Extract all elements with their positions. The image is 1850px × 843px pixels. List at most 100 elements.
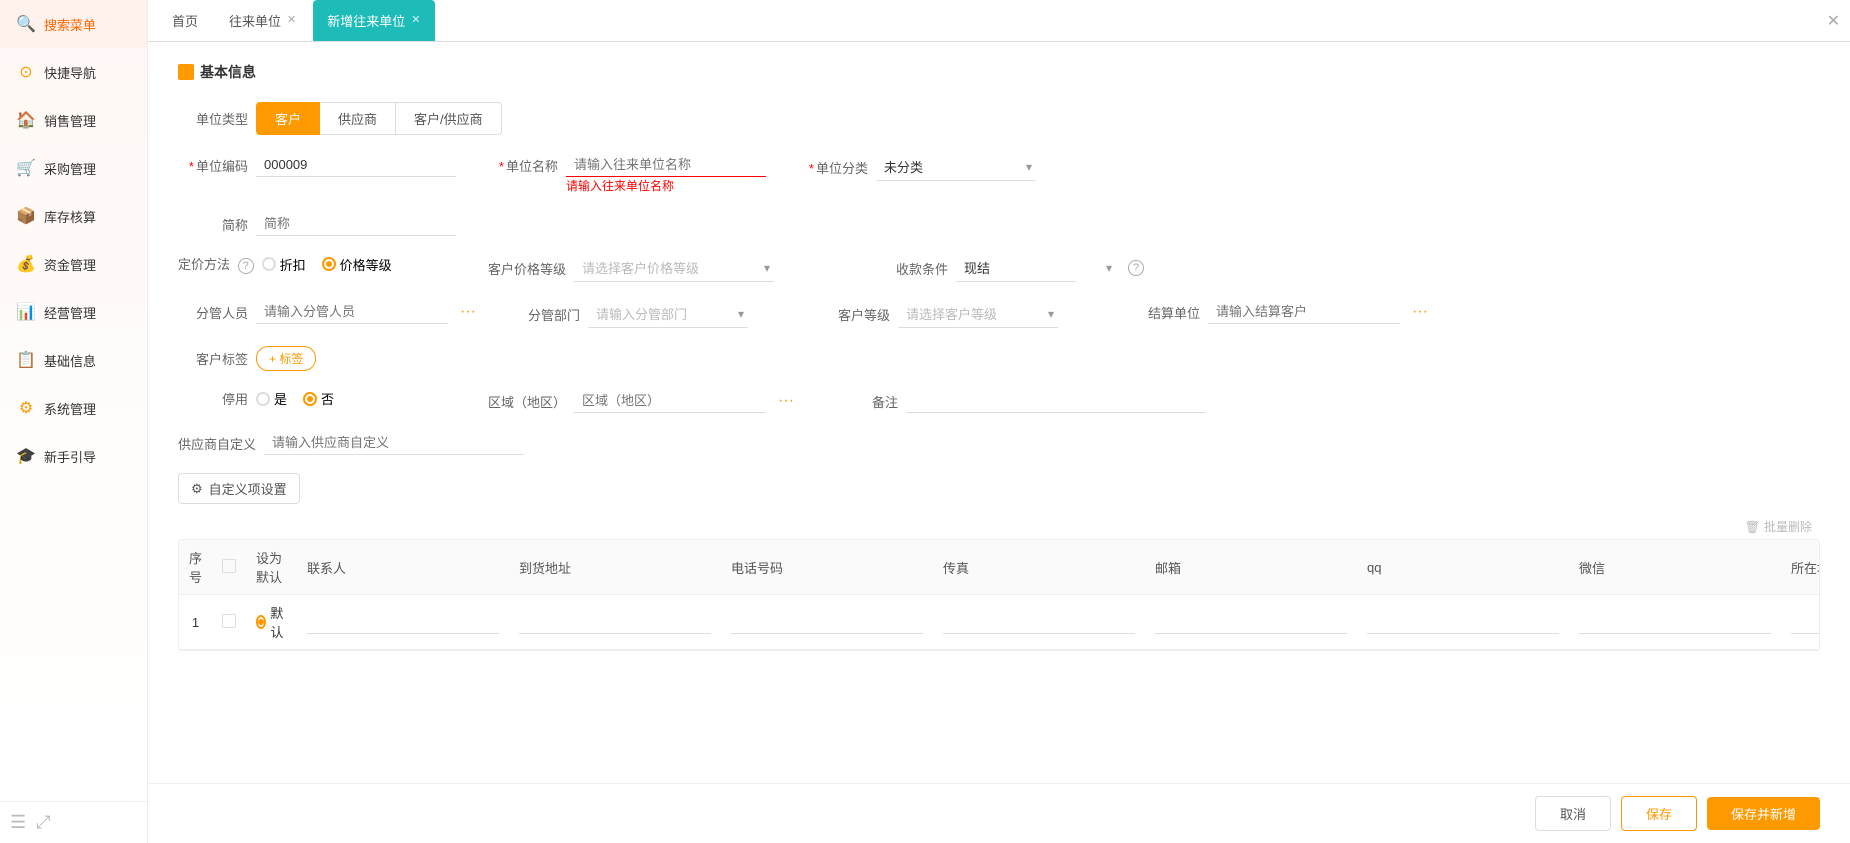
sidebar-item-purchase[interactable]: 🛒 采购管理 <box>0 144 147 192</box>
customer-level-placeholder: 请选择客户等级 <box>898 300 1058 328</box>
batch-delete-icon: 🗑 <box>1745 520 1760 534</box>
pricing-row: 定价方法 ? 折扣 价格等级 客户价格等级 <box>178 254 1820 282</box>
type-btn-both[interactable]: 客户/供应商 <box>396 102 502 135</box>
sidebar-collapse-icon[interactable]: ☰ <box>10 812 26 833</box>
quick-nav-icon: ⊙ <box>16 62 36 82</box>
row-email[interactable] <box>1145 595 1357 650</box>
pricing-radio-level[interactable]: 价格等级 <box>322 255 392 274</box>
tab-partner[interactable]: 往来单位 ✕ <box>215 0 311 41</box>
customer-level-select-wrap[interactable]: 请选择客户等级 ▾ <box>898 300 1058 328</box>
close-all-tabs[interactable]: ✕ <box>1827 11 1840 31</box>
tab-partner-close[interactable]: ✕ <box>287 15 296 26</box>
tab-home[interactable]: 首页 <box>158 0 213 41</box>
remarks-input[interactable] <box>906 389 1206 413</box>
manager-label: 分管人员 <box>178 303 248 322</box>
manager-input[interactable] <box>256 300 448 324</box>
sidebar-item-quick-nav[interactable]: ⊙ 快捷导航 <box>0 48 147 96</box>
col-email: 邮箱 <box>1145 540 1357 595</box>
unit-category-field: *单位分类 未分类 ▾ <box>798 153 1078 181</box>
row-contact-input[interactable] <box>307 610 499 634</box>
sidebar-expand-icon[interactable]: ⤢ <box>36 812 50 833</box>
payment-terms-select-wrap[interactable]: 现结 ▾ <box>956 254 1116 282</box>
remarks-field: 备注 <box>828 389 1206 413</box>
department-select-wrap[interactable]: 请输入分管部门 ▾ <box>588 300 748 328</box>
customer-price-level-select-wrap[interactable]: 请选择客户价格等级 ▾ <box>574 254 774 282</box>
tab-new-partner-close[interactable]: ✕ <box>411 15 420 26</box>
type-btn-customer[interactable]: 客户 <box>256 102 320 135</box>
region-input[interactable] <box>574 389 766 413</box>
disabled-radio-no[interactable]: 否 <box>303 389 334 408</box>
type-btn-supplier[interactable]: 供应商 <box>320 102 396 135</box>
save-button[interactable]: 保存 <box>1621 796 1697 831</box>
unit-type-buttons: 客户 供应商 客户/供应商 <box>256 102 502 135</box>
finance-icon: 💰 <box>16 254 36 274</box>
settlement-unit-input[interactable] <box>1208 300 1400 324</box>
unit-code-input[interactable] <box>256 153 456 177</box>
row-qq[interactable] <box>1357 595 1569 650</box>
sidebar-item-inventory[interactable]: 📦 库存核算 <box>0 192 147 240</box>
settlement-unit-more-btn[interactable]: ··· <box>1408 303 1432 321</box>
payment-terms-help-icon[interactable]: ? <box>1128 260 1144 276</box>
pricing-help-icon[interactable]: ? <box>238 258 254 274</box>
sidebar-item-search[interactable]: 🔍 搜索菜单 <box>0 0 147 48</box>
unit-name-label: *单位名称 <box>488 156 558 175</box>
save-new-button[interactable]: 保存并新增 <box>1707 797 1820 830</box>
row-default-radio[interactable]: 默认 <box>256 603 287 641</box>
pricing-method-field: 定价方法 ? 折扣 价格等级 <box>178 254 458 274</box>
row-region[interactable] <box>1781 595 1820 650</box>
sidebar-item-label: 经营管理 <box>44 303 96 322</box>
row-phone[interactable] <box>721 595 933 650</box>
supplier-custom-input[interactable] <box>264 431 524 455</box>
disabled-radio-no-circle <box>303 392 317 406</box>
short-name-row: 简称 <box>178 212 1820 236</box>
payment-terms-label: 收款条件 <box>878 259 948 278</box>
sidebar-item-guide[interactable]: 🎓 新手引导 <box>0 432 147 480</box>
unit-category-value[interactable]: 未分类 <box>876 153 1036 181</box>
inventory-icon: 📦 <box>16 206 36 226</box>
row-qq-input[interactable] <box>1367 610 1559 634</box>
region-field: 区域（地区） ··· <box>488 389 798 413</box>
unit-type-row: 单位类型 客户 供应商 客户/供应商 <box>178 102 1820 135</box>
row-region-input[interactable] <box>1791 610 1820 634</box>
row-address-input[interactable] <box>519 610 711 634</box>
col-check <box>212 540 246 595</box>
customer-price-level-field: 客户价格等级 请选择客户价格等级 ▾ <box>488 254 848 282</box>
sidebar-item-sales[interactable]: 🏠 销售管理 <box>0 96 147 144</box>
unit-category-label: *单位分类 <box>798 158 868 177</box>
custom-settings-button[interactable]: ⚙ 自定义项设置 <box>178 473 300 504</box>
manager-more-btn[interactable]: ··· <box>456 303 480 321</box>
sidebar-item-finance[interactable]: 💰 资金管理 <box>0 240 147 288</box>
table-row: 1 默认 <box>179 595 1820 650</box>
row-email-input[interactable] <box>1155 610 1347 634</box>
col-fax: 传真 <box>933 540 1145 595</box>
sidebar-item-system[interactable]: ⚙ 系统管理 <box>0 384 147 432</box>
short-name-input[interactable] <box>256 212 456 236</box>
pricing-radio-discount-circle <box>262 257 276 271</box>
row-phone-input[interactable] <box>731 610 923 634</box>
row-contact[interactable] <box>297 595 509 650</box>
section-title-text: 基本信息 <box>200 62 256 82</box>
sidebar-item-operations[interactable]: 📊 经营管理 <box>0 288 147 336</box>
row-address[interactable] <box>509 595 721 650</box>
guide-icon: 🎓 <box>16 446 36 466</box>
pricing-radio-discount[interactable]: 折扣 <box>262 255 306 274</box>
tab-new-partner[interactable]: 新增往来单位 ✕ <box>313 0 435 41</box>
row-checkbox[interactable] <box>222 614 236 628</box>
region-more-btn[interactable]: ··· <box>774 392 798 410</box>
unit-name-input[interactable] <box>566 153 766 177</box>
select-all-checkbox[interactable] <box>222 559 236 573</box>
contact-table: 序号 设为默认 联系人 到货地址 电话号码 传真 邮箱 qq 微信 所在地区 <box>178 539 1820 651</box>
row-wechat-input[interactable] <box>1579 610 1771 634</box>
sidebar-item-label: 搜索菜单 <box>44 15 96 34</box>
sidebar-item-label: 资金管理 <box>44 255 96 274</box>
sidebar-item-label: 采购管理 <box>44 159 96 178</box>
cancel-button[interactable]: 取消 <box>1535 796 1611 831</box>
row-fax[interactable] <box>933 595 1145 650</box>
row-wechat[interactable] <box>1569 595 1781 650</box>
gear-icon: ⚙ <box>191 481 203 497</box>
sidebar-item-basic-info[interactable]: 📋 基础信息 <box>0 336 147 384</box>
batch-delete-btn[interactable]: 🗑 批量删除 <box>1745 518 1812 535</box>
add-tag-button[interactable]: + 标签 <box>256 346 316 371</box>
row-fax-input[interactable] <box>943 610 1135 634</box>
disabled-radio-yes[interactable]: 是 <box>256 389 287 408</box>
